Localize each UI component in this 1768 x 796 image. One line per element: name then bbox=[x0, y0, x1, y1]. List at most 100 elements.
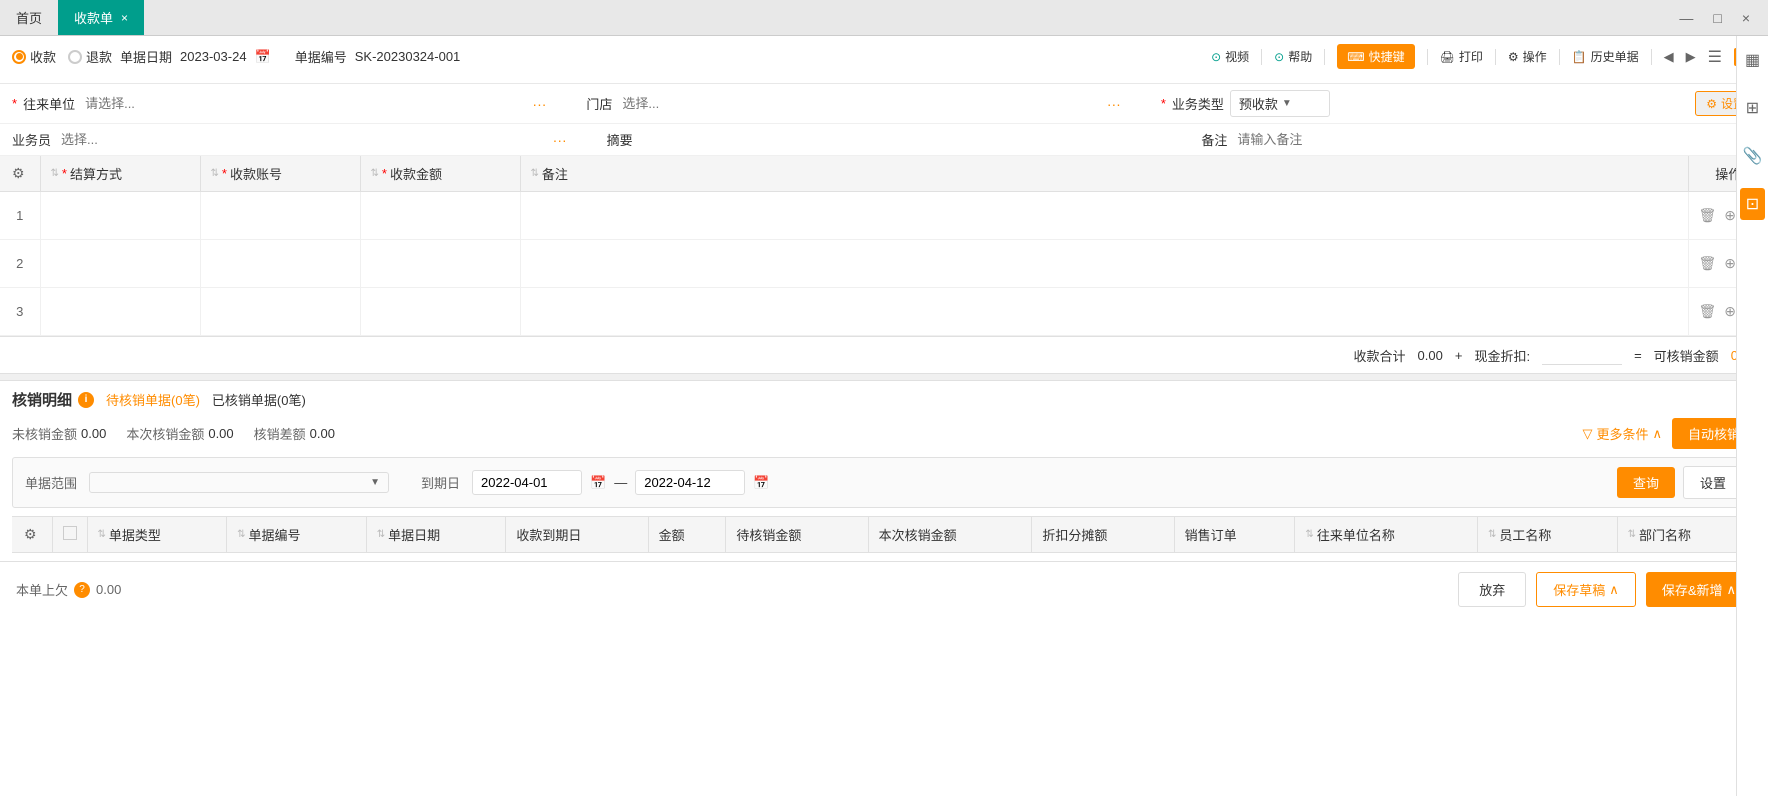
select-all-checkbox[interactable] bbox=[63, 526, 77, 540]
filter-settings-button[interactable]: 设置 bbox=[1683, 466, 1743, 499]
counterpart-more-icon[interactable]: ··· bbox=[532, 96, 546, 112]
sort-icon-3[interactable]: ⇅ bbox=[371, 168, 379, 179]
summary-input[interactable] bbox=[639, 130, 1162, 149]
amount-cell-1[interactable] bbox=[360, 192, 520, 240]
date-to-input[interactable] bbox=[635, 470, 745, 495]
sidebar-table-icon[interactable]: ▦ bbox=[1739, 44, 1766, 76]
store-more-icon[interactable]: ··· bbox=[1107, 96, 1121, 112]
sort-icon-2[interactable]: ⇅ bbox=[211, 168, 219, 179]
footer: 本单上欠 ? 0.00 放弃 保存草稿 ∧ 保存&新增 ∧ bbox=[0, 561, 1768, 617]
col-staff: 员工名称 bbox=[1499, 525, 1551, 544]
operation-icon: ⚙ bbox=[1508, 50, 1519, 64]
pending-tab[interactable]: 待核销单据(0笔) bbox=[106, 390, 200, 409]
bottom-info-icon[interactable]: ? bbox=[74, 582, 90, 598]
bottom-table-settings-icon[interactable]: ⚙ bbox=[24, 526, 37, 542]
account-cell-1[interactable] bbox=[200, 192, 360, 240]
bottom-info-label: 本单上欠 bbox=[16, 580, 68, 599]
nav-next-icon[interactable]: ▶ bbox=[1686, 49, 1696, 65]
sort-icon-4[interactable]: ⇅ bbox=[531, 168, 539, 179]
settlement-cell-2[interactable] bbox=[40, 240, 200, 288]
footer-info: 本单上欠 ? 0.00 bbox=[16, 580, 121, 599]
counterpart-input[interactable] bbox=[81, 94, 526, 113]
sort-number[interactable]: ⇅ bbox=[237, 529, 245, 540]
unchecked-stat: 未核销金额 0.00 bbox=[12, 424, 106, 443]
store-input[interactable] bbox=[618, 94, 1100, 113]
operation-btn[interactable]: ⚙ 操作 bbox=[1508, 48, 1547, 65]
nav-prev-icon[interactable]: ◀ bbox=[1664, 49, 1674, 65]
sidebar-attach-icon[interactable]: 📎 bbox=[1737, 140, 1768, 172]
range-select[interactable]: ▼ bbox=[89, 472, 389, 493]
remark-cell-2[interactable] bbox=[520, 240, 1688, 288]
shortcut-btn[interactable]: ⌨ 快捷键 bbox=[1337, 44, 1414, 69]
date-range: 📅 — 📅 bbox=[472, 470, 769, 495]
sort-staff[interactable]: ⇅ bbox=[1488, 529, 1496, 540]
remark-cell-3[interactable] bbox=[520, 288, 1688, 336]
close-window-button[interactable]: × bbox=[1736, 8, 1756, 28]
settlement-cell-1[interactable] bbox=[40, 192, 200, 240]
history-btn[interactable]: 📋 历史单据 bbox=[1572, 48, 1639, 65]
query-button[interactable]: 查询 bbox=[1617, 467, 1675, 498]
current-stat: 本次核销金额 0.00 bbox=[126, 424, 233, 443]
settlement-cell-3[interactable] bbox=[40, 288, 200, 336]
more-conditions-link[interactable]: ▽ 更多条件 ∧ bbox=[1582, 424, 1662, 443]
date-value[interactable]: 2023-03-24 bbox=[180, 49, 247, 64]
remark-input[interactable] bbox=[1233, 130, 1756, 149]
staff-more-icon[interactable]: ··· bbox=[553, 132, 567, 148]
amount-cell-3[interactable] bbox=[360, 288, 520, 336]
save-draft-button[interactable]: 保存草稿 ∧ bbox=[1536, 572, 1636, 607]
delete-row-3-icon[interactable]: 🗑 bbox=[1699, 303, 1717, 320]
date-calendar-icon[interactable]: 📅 bbox=[255, 49, 271, 65]
verif-header: 核销明细 i 待核销单据(0笔) 已核销单据(0笔) bbox=[12, 389, 1756, 410]
history-icon: 📋 bbox=[1572, 50, 1587, 64]
calendar-to-icon[interactable]: 📅 bbox=[753, 475, 769, 491]
col-remark: 备注 bbox=[542, 164, 568, 183]
table-row: 2 🗑 ⊕ bbox=[0, 240, 1768, 288]
sort-icon[interactable]: ⇅ bbox=[51, 168, 59, 179]
sort-date[interactable]: ⇅ bbox=[377, 529, 385, 540]
copy-row-2-icon[interactable]: ⊕ bbox=[1724, 255, 1736, 272]
tab-home[interactable]: 首页 bbox=[0, 0, 58, 35]
print-icon: 🖨 bbox=[1440, 50, 1455, 64]
help-btn[interactable]: ⊙ 帮助 bbox=[1274, 48, 1312, 65]
staff-input[interactable] bbox=[57, 130, 547, 149]
delete-row-1-icon[interactable]: 🗑 bbox=[1699, 207, 1717, 224]
business-type-label: 业务类型 bbox=[1172, 94, 1224, 113]
delete-row-2-icon[interactable]: 🗑 bbox=[1699, 255, 1717, 272]
remark-field: 备注 bbox=[1201, 130, 1756, 149]
video-btn[interactable]: ⊙ 视频 bbox=[1211, 48, 1249, 65]
diff-stat: 核销差额 0.00 bbox=[254, 424, 335, 443]
discount-input[interactable] bbox=[1542, 345, 1622, 365]
top-actions: ⊙ 视频 ⊙ 帮助 ⌨ 快捷键 🖨 打印 bbox=[1211, 44, 1756, 69]
calendar-from-icon[interactable]: 📅 bbox=[590, 475, 606, 491]
business-type-select[interactable]: 预收款 ▼ bbox=[1230, 90, 1330, 117]
table-settings-icon[interactable]: ⚙ bbox=[12, 165, 25, 181]
col-date: 单据日期 bbox=[388, 525, 440, 544]
tab-close-icon[interactable]: × bbox=[121, 11, 128, 25]
unchecked-value: 0.00 bbox=[81, 426, 106, 441]
remark-cell-1[interactable] bbox=[520, 192, 1688, 240]
radio-receipt[interactable]: 收款 bbox=[12, 47, 56, 66]
account-cell-2[interactable] bbox=[200, 240, 360, 288]
amount-cell-2[interactable] bbox=[360, 240, 520, 288]
radio-refund[interactable]: 退款 bbox=[68, 47, 112, 66]
sort-dept[interactable]: ⇅ bbox=[1628, 529, 1636, 540]
date-from-input[interactable] bbox=[472, 470, 582, 495]
sort-type[interactable]: ⇅ bbox=[98, 529, 106, 540]
discard-button[interactable]: 放弃 bbox=[1458, 572, 1526, 607]
col-amount: 金额 bbox=[659, 528, 685, 543]
tab-receipt[interactable]: 收款单 × bbox=[58, 0, 144, 35]
done-tab[interactable]: 已核销单据(0笔) bbox=[212, 390, 306, 409]
layout-icon[interactable]: ☰ bbox=[1708, 47, 1722, 67]
restore-button[interactable]: □ bbox=[1707, 8, 1727, 28]
copy-row-3-icon[interactable]: ⊕ bbox=[1724, 303, 1736, 320]
sort-counterpart[interactable]: ⇅ bbox=[1305, 529, 1313, 540]
sidebar-expand-icon[interactable]: ⊡ bbox=[1740, 188, 1765, 220]
col-type: 单据类型 bbox=[109, 525, 161, 544]
save-chevron-icon: ∧ bbox=[1726, 582, 1736, 598]
sidebar-grid-icon[interactable]: ⊞ bbox=[1740, 92, 1765, 124]
verif-info-icon[interactable]: i bbox=[78, 392, 94, 408]
account-cell-3[interactable] bbox=[200, 288, 360, 336]
minimize-button[interactable]: — bbox=[1673, 8, 1699, 28]
print-btn[interactable]: 🖨 打印 bbox=[1440, 48, 1483, 65]
copy-row-1-icon[interactable]: ⊕ bbox=[1724, 207, 1736, 224]
